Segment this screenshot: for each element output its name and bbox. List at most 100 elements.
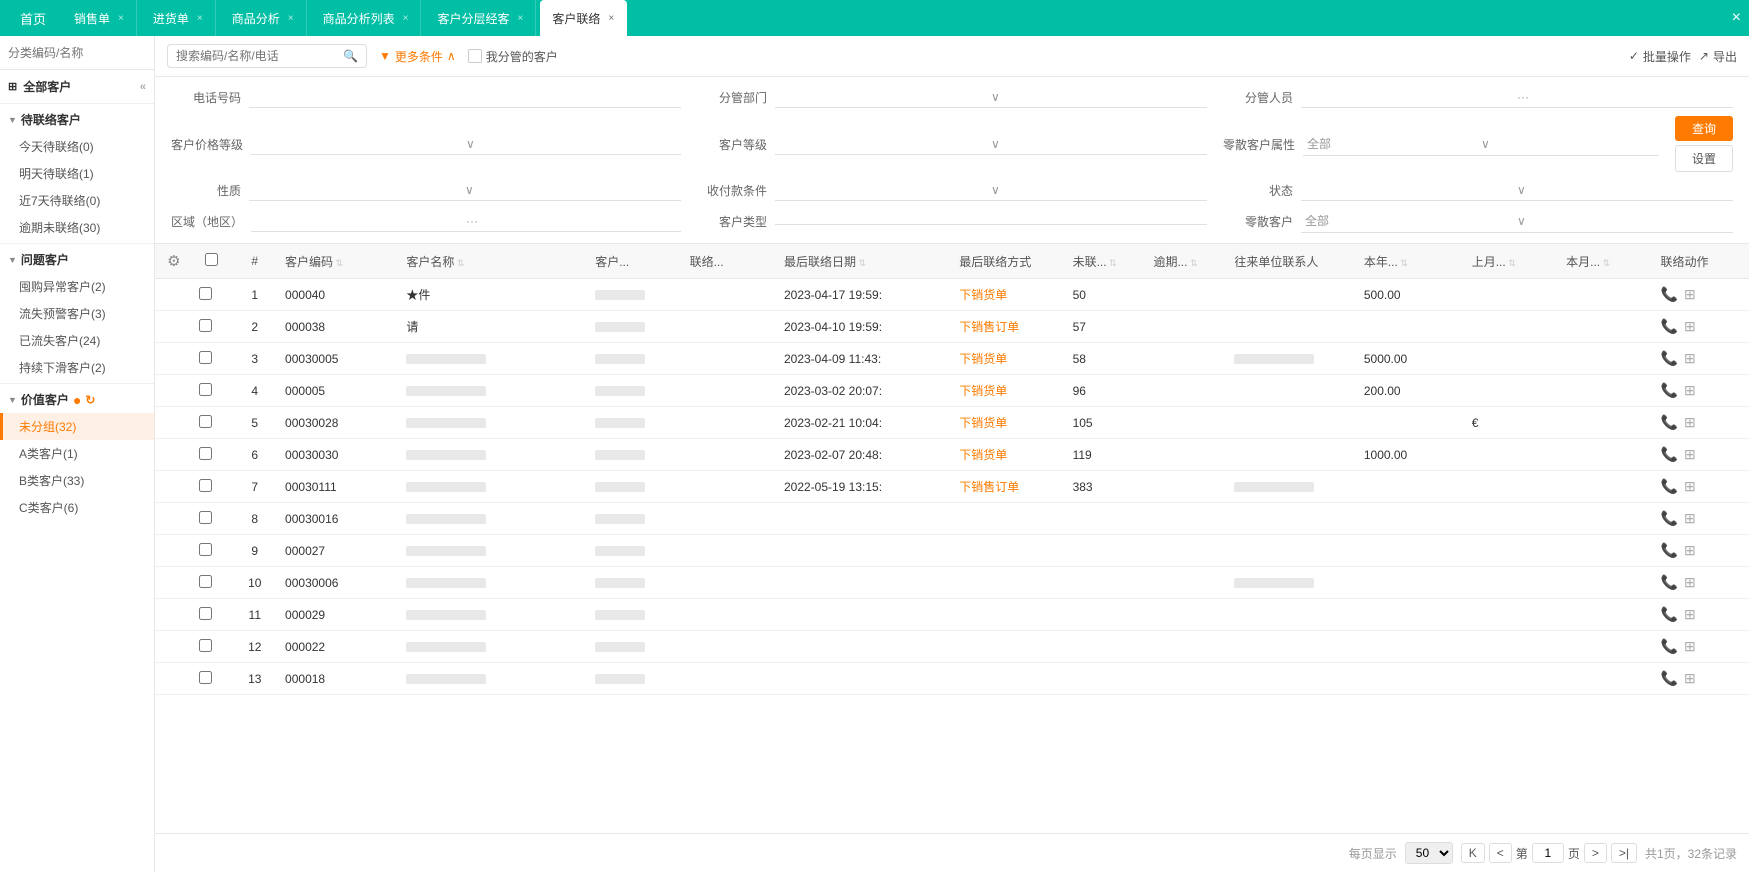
lastway-link[interactable]: 下销货单 xyxy=(959,416,1007,430)
page-prev-button[interactable]: < xyxy=(1489,843,1512,863)
phone-action-icon[interactable]: 📞 xyxy=(1661,478,1678,495)
sidebar-item-7days[interactable]: 近7天待联络(0) xyxy=(0,187,154,214)
refresh-icon[interactable]: ↻ xyxy=(85,393,95,407)
close-tab-analysis[interactable]: × xyxy=(288,13,294,24)
person-select[interactable]: ··· xyxy=(1301,87,1733,108)
select-all-checkbox[interactable] xyxy=(205,253,218,266)
my-customers-checkbox[interactable] xyxy=(468,49,482,63)
phone-action-icon[interactable]: 📞 xyxy=(1661,510,1678,527)
sidebar-item-losswarning[interactable]: 流失预警客户(3) xyxy=(0,300,154,327)
grid-action-icon[interactable]: ⊞ xyxy=(1684,286,1696,303)
grid-action-icon[interactable]: ⊞ xyxy=(1684,350,1696,367)
phone-action-icon[interactable]: 📞 xyxy=(1661,542,1678,559)
sidebar-item-hoarding[interactable]: 囤购异常客户(2) xyxy=(0,273,154,300)
payment-select[interactable]: ∨ xyxy=(775,180,1207,201)
filter-search-icon[interactable]: 🔍 xyxy=(343,49,358,63)
lastway-link[interactable]: 下销货单 xyxy=(959,384,1007,398)
sidebar-group-problem[interactable]: ▼ 问题客户 xyxy=(0,246,154,273)
lastway-link[interactable]: 下销货单 xyxy=(959,288,1007,302)
row-checkbox[interactable] xyxy=(199,319,212,332)
grid-action-icon[interactable]: ⊞ xyxy=(1684,478,1696,495)
sidebar-item-tomorrow[interactable]: 明天待联络(1) xyxy=(0,160,154,187)
th-uncontact[interactable]: 未联... xyxy=(1067,244,1148,279)
grid-action-icon[interactable]: ⊞ xyxy=(1684,446,1696,463)
row-checkbox[interactable] xyxy=(199,639,212,652)
grid-action-icon[interactable]: ⊞ xyxy=(1684,574,1696,591)
th-settings[interactable]: ⚙ xyxy=(155,244,193,279)
nav-tab-analysis-list[interactable]: 商品分析列表 × xyxy=(311,0,422,36)
grid-action-icon[interactable]: ⊞ xyxy=(1684,670,1696,687)
grid-action-icon[interactable]: ⊞ xyxy=(1684,606,1696,623)
phone-action-icon[interactable]: 📞 xyxy=(1661,638,1678,655)
page-number-input[interactable] xyxy=(1532,843,1564,863)
th-lastdate[interactable]: 最后联络日期 xyxy=(778,244,953,279)
sidebar-item-ungrouped[interactable]: 未分组(32) xyxy=(0,413,154,440)
row-checkbox[interactable] xyxy=(199,543,212,556)
pricelevel-select[interactable]: ∨ xyxy=(251,134,681,155)
sidebar-item-classA[interactable]: A类客户(1) xyxy=(0,440,154,467)
close-tab-customer-seg[interactable]: × xyxy=(517,13,523,24)
phone-action-icon[interactable]: 📞 xyxy=(1661,414,1678,431)
sidebar-group-pending[interactable]: ▼ 待联络客户 xyxy=(0,106,154,133)
sidebar-search-input[interactable] xyxy=(8,46,155,60)
sidebar-all-customers[interactable]: ⊞ 全部客户 « xyxy=(0,70,154,101)
row-checkbox[interactable] xyxy=(199,351,212,364)
row-checkbox[interactable] xyxy=(199,607,212,620)
nav-tab-analysis[interactable]: 商品分析 × xyxy=(220,0,307,36)
phone-action-icon[interactable]: 📞 xyxy=(1661,446,1678,463)
close-tab-sales[interactable]: × xyxy=(118,13,124,24)
export-button[interactable]: ↗ 导出 xyxy=(1699,48,1737,65)
grid-action-icon[interactable]: ⊞ xyxy=(1684,638,1696,655)
row-checkbox[interactable] xyxy=(199,287,212,300)
row-checkbox[interactable] xyxy=(199,415,212,428)
retail-select[interactable]: 全部 ∨ xyxy=(1301,209,1733,233)
phone-action-icon[interactable]: 📞 xyxy=(1661,350,1678,367)
row-checkbox[interactable] xyxy=(199,575,212,588)
row-checkbox[interactable] xyxy=(199,671,212,684)
lastway-link[interactable]: 下销售订单 xyxy=(959,480,1019,494)
sidebar-item-classC[interactable]: C类客户(6) xyxy=(0,494,154,521)
row-checkbox[interactable] xyxy=(199,447,212,460)
page-next-button[interactable]: > xyxy=(1584,843,1607,863)
nav-home[interactable]: 首页 xyxy=(8,5,58,32)
lastway-link[interactable]: 下销售订单 xyxy=(959,320,1019,334)
th-code[interactable]: 客户编码 xyxy=(279,244,400,279)
th-lastmonth[interactable]: 上月... xyxy=(1466,244,1560,279)
nav-tab-sales[interactable]: 销售单 × xyxy=(62,0,137,36)
gender-select[interactable]: ∨ xyxy=(249,180,681,201)
nav-tab-customer-contact[interactable]: 客户联络 × xyxy=(540,0,627,36)
nav-tab-customer-seg[interactable]: 客户分层经客 × xyxy=(425,0,536,36)
close-tab-analysis-list[interactable]: × xyxy=(403,13,409,24)
sidebar-item-lost[interactable]: 已流失客户(24) xyxy=(0,327,154,354)
sidebar-item-classB[interactable]: B类客户(33) xyxy=(0,467,154,494)
reset-button[interactable]: 设置 xyxy=(1675,145,1733,172)
retailattr-select[interactable]: 全部 ∨ xyxy=(1303,132,1659,156)
row-checkbox[interactable] xyxy=(199,383,212,396)
settings-icon[interactable]: ⚙ xyxy=(167,253,180,270)
th-thisyear[interactable]: 本年... xyxy=(1358,244,1466,279)
grid-action-icon[interactable]: ⊞ xyxy=(1684,414,1696,431)
th-overdue[interactable]: 逾期... xyxy=(1147,244,1228,279)
phone-action-icon[interactable]: 📞 xyxy=(1661,382,1678,399)
more-filter-button[interactable]: ▼ 更多条件 ∧ xyxy=(379,48,456,65)
row-checkbox[interactable] xyxy=(199,479,212,492)
dept-select[interactable]: ∨ xyxy=(775,87,1207,108)
nav-tab-purchase[interactable]: 进货单 × xyxy=(141,0,216,36)
area-select[interactable]: ··· xyxy=(251,211,681,232)
grid-action-icon[interactable]: ⊞ xyxy=(1684,542,1696,559)
grid-action-icon[interactable]: ⊞ xyxy=(1684,318,1696,335)
filter-search-input[interactable] xyxy=(176,49,337,63)
sidebar-group-value[interactable]: ▼ 价值客户 ● ↻ xyxy=(0,386,154,413)
phone-action-icon[interactable]: 📞 xyxy=(1661,670,1678,687)
th-name[interactable]: 客户名称 xyxy=(400,244,589,279)
th-thismonth[interactable]: 本月... xyxy=(1560,244,1654,279)
batch-op-button[interactable]: ✓ 批量操作 xyxy=(1629,48,1691,65)
lastway-link[interactable]: 下销货单 xyxy=(959,352,1007,366)
lastway-link[interactable]: 下销货单 xyxy=(959,448,1007,462)
phone-input[interactable] xyxy=(249,87,681,108)
page-first-button[interactable]: K xyxy=(1461,843,1485,863)
close-tab-purchase[interactable]: × xyxy=(197,13,203,24)
query-button[interactable]: 查询 xyxy=(1675,116,1733,141)
status-select[interactable]: ∨ xyxy=(1301,180,1733,201)
custype-select[interactable] xyxy=(775,218,1207,225)
